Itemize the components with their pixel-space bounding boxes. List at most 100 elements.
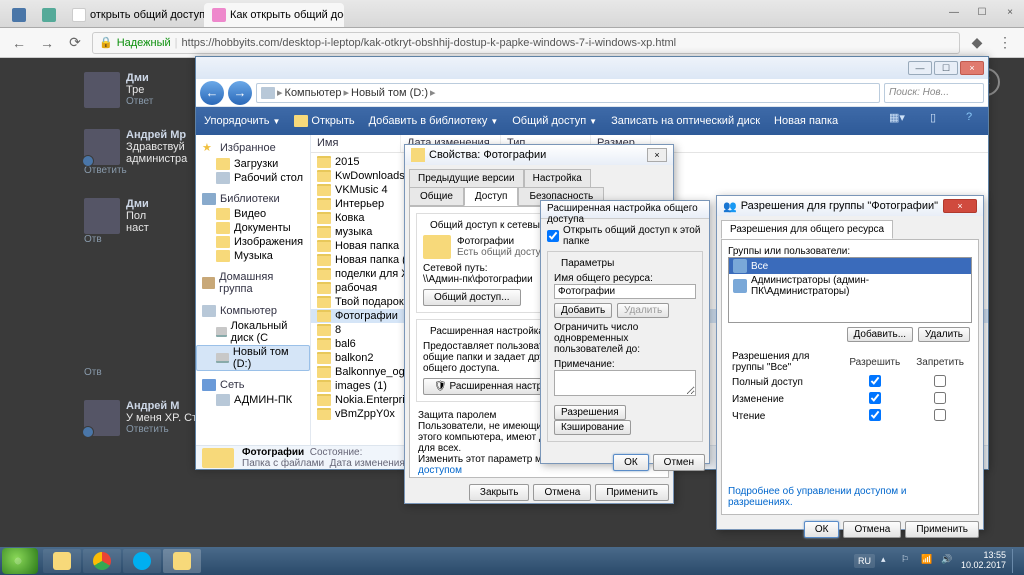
dialog-titlebar[interactable]: 👥 Разрешения для группы "Фотографии" × xyxy=(717,196,983,216)
add-library-menu[interactable]: Добавить в библиотеку▼ xyxy=(369,115,499,127)
sidebar-item-pictures[interactable]: Изображения xyxy=(196,235,310,249)
learn-more-link[interactable]: Подробнее об управлении доступом и разре… xyxy=(728,486,907,508)
share-folder-checkbox[interactable]: Открыть общий доступ к этой папке xyxy=(547,225,703,247)
sidebar-item-drive-d[interactable]: Новый том (D:) xyxy=(196,345,310,371)
add-button[interactable]: Добавить... xyxy=(847,327,914,342)
dialog-titlebar[interactable]: Расширенная настройка общего доступа xyxy=(541,201,709,219)
properties-titlebar[interactable]: Свойства: Фотографии × xyxy=(405,145,673,165)
close-button[interactable]: × xyxy=(960,61,984,75)
apply-button[interactable]: Применить xyxy=(595,484,669,501)
browser-tab-3[interactable]: открыть общий доступ× xyxy=(64,3,204,27)
ok-button[interactable]: ОК xyxy=(804,521,840,538)
sidebar-item-desktop[interactable]: Рабочий стол xyxy=(196,171,310,185)
back-button[interactable]: ← xyxy=(8,32,30,54)
allow-change-checkbox[interactable] xyxy=(869,392,881,404)
taskbar-item-skype[interactable] xyxy=(123,549,161,573)
minimize-icon[interactable]: — xyxy=(940,7,968,27)
favorites-group[interactable]: ★Избранное xyxy=(196,139,310,157)
show-desktop-button[interactable] xyxy=(1012,549,1018,573)
language-indicator[interactable]: RU xyxy=(854,554,875,568)
forward-button[interactable]: → xyxy=(228,81,252,105)
close-button[interactable]: × xyxy=(647,148,667,162)
tab-general[interactable]: Общие xyxy=(409,187,464,206)
sidebar-item-music[interactable]: Музыка xyxy=(196,249,310,263)
taskbar-item-chrome[interactable] xyxy=(83,549,121,573)
taskbar-item-folder[interactable] xyxy=(163,549,201,573)
breadcrumb-item[interactable]: Компьютер xyxy=(285,87,342,99)
help-button[interactable]: ? xyxy=(958,111,980,131)
user-row-everyone[interactable]: Все xyxy=(729,258,971,274)
maximize-icon[interactable]: ☐ xyxy=(968,7,996,27)
col-name[interactable]: Имя xyxy=(311,135,401,152)
tab-prev-versions[interactable]: Предыдущие версии xyxy=(409,169,524,187)
close-icon[interactable]: × xyxy=(996,7,1024,27)
tray-flag-icon[interactable]: ⚐ xyxy=(901,554,915,568)
add-button[interactable]: Добавить xyxy=(554,303,612,318)
open-button[interactable]: Открыть xyxy=(294,115,354,127)
maximize-button[interactable]: ☐ xyxy=(934,61,958,75)
note-input[interactable] xyxy=(554,370,696,396)
browser-tab-2[interactable] xyxy=(34,3,64,27)
reload-button[interactable]: ⟳ xyxy=(64,32,86,54)
advanced-sharing-dialog: Расширенная настройка общего доступа Отк… xyxy=(540,200,710,464)
start-button[interactable] xyxy=(2,548,38,574)
cancel-button[interactable]: Отмена xyxy=(843,521,901,538)
user-list[interactable]: Все Администраторы (админ-ПК\Администрат… xyxy=(728,257,972,323)
dialog-title: Разрешения для группы "Фотографии" xyxy=(741,200,938,212)
network-group[interactable]: Сеть xyxy=(196,377,310,393)
user-row-admins[interactable]: Администраторы (админ-ПК\Администраторы) xyxy=(729,274,971,298)
deny-read-checkbox[interactable] xyxy=(934,409,946,421)
allow-read-checkbox[interactable] xyxy=(869,409,881,421)
sidebar-item-drive-c[interactable]: Локальный диск (C xyxy=(196,319,310,345)
deny-change-checkbox[interactable] xyxy=(934,392,946,404)
clock[interactable]: 13:5510.02.2017 xyxy=(961,551,1006,571)
browser-tab-1[interactable] xyxy=(4,3,34,27)
extension-icon[interactable]: ◆ xyxy=(966,32,988,54)
folder-icon xyxy=(317,408,331,420)
caching-button[interactable]: Кэширование xyxy=(554,420,631,435)
libraries-group[interactable]: Библиотеки xyxy=(196,191,310,207)
burn-button[interactable]: Записать на оптический диск xyxy=(611,115,760,127)
sidebar-item-pc[interactable]: АДМИН-ПК xyxy=(196,393,310,407)
sidebar-item-video[interactable]: Видео xyxy=(196,207,310,221)
breadcrumb-item[interactable]: Новый том (D:) xyxy=(351,87,428,99)
tray-volume-icon[interactable]: 🔊 xyxy=(941,554,955,568)
cancel-button[interactable]: Отмен xyxy=(653,454,705,471)
preview-pane-button[interactable]: ▯ xyxy=(922,111,944,131)
delete-button[interactable]: Удалить xyxy=(918,327,970,342)
tab-sharing[interactable]: Доступ xyxy=(464,187,519,206)
explorer-titlebar[interactable]: — ☐ × xyxy=(196,57,988,79)
organize-menu[interactable]: Упорядочить▼ xyxy=(204,115,280,127)
tray-network-icon[interactable]: 📶 xyxy=(921,554,935,568)
share-button[interactable]: Общий доступ... xyxy=(423,289,521,306)
new-folder-button[interactable]: Новая папка xyxy=(774,115,838,127)
tray-up-icon[interactable]: ▴ xyxy=(881,554,895,568)
menu-icon[interactable]: ⋮ xyxy=(994,32,1016,54)
computer-group[interactable]: Компьютер xyxy=(196,303,310,319)
forward-button[interactable]: → xyxy=(36,32,58,54)
apply-button[interactable]: Применить xyxy=(905,521,979,538)
minimize-button[interactable]: — xyxy=(908,61,932,75)
sidebar-item-downloads[interactable]: Загрузки xyxy=(196,157,310,171)
share-name-input[interactable] xyxy=(554,284,696,299)
browser-tab-4[interactable]: Как открыть общий дос× xyxy=(204,3,344,27)
back-button[interactable]: ← xyxy=(200,81,224,105)
share-menu[interactable]: Общий доступ▼ xyxy=(512,115,597,127)
close-button[interactable]: × xyxy=(943,199,977,213)
sidebar-item-documents[interactable]: Документы xyxy=(196,221,310,235)
url-field[interactable]: 🔒 Надежный | https://hobbyits.com/deskto… xyxy=(92,32,960,54)
tab-share-perms[interactable]: Разрешения для общего ресурса xyxy=(721,220,893,239)
search-input[interactable]: Поиск: Нов... xyxy=(884,83,984,103)
advanced-sharing-button[interactable]: 🛡 Расширенная настро xyxy=(423,378,559,395)
ok-button[interactable]: ОК xyxy=(613,454,649,471)
tab-customize[interactable]: Настройка xyxy=(524,169,591,187)
close-button[interactable]: Закрыть xyxy=(469,484,530,501)
deny-full-checkbox[interactable] xyxy=(934,375,946,387)
view-menu[interactable]: ▦▾ xyxy=(886,111,908,131)
permissions-button[interactable]: Разрешения xyxy=(554,405,626,420)
breadcrumb[interactable]: ▸ Компьютер ▸ Новый том (D:) ▸ xyxy=(256,83,880,103)
allow-full-checkbox[interactable] xyxy=(869,375,881,387)
cancel-button[interactable]: Отмена xyxy=(533,484,591,501)
homegroup-group[interactable]: Домашняя группа xyxy=(196,269,310,297)
taskbar-item-explorer[interactable] xyxy=(43,549,81,573)
